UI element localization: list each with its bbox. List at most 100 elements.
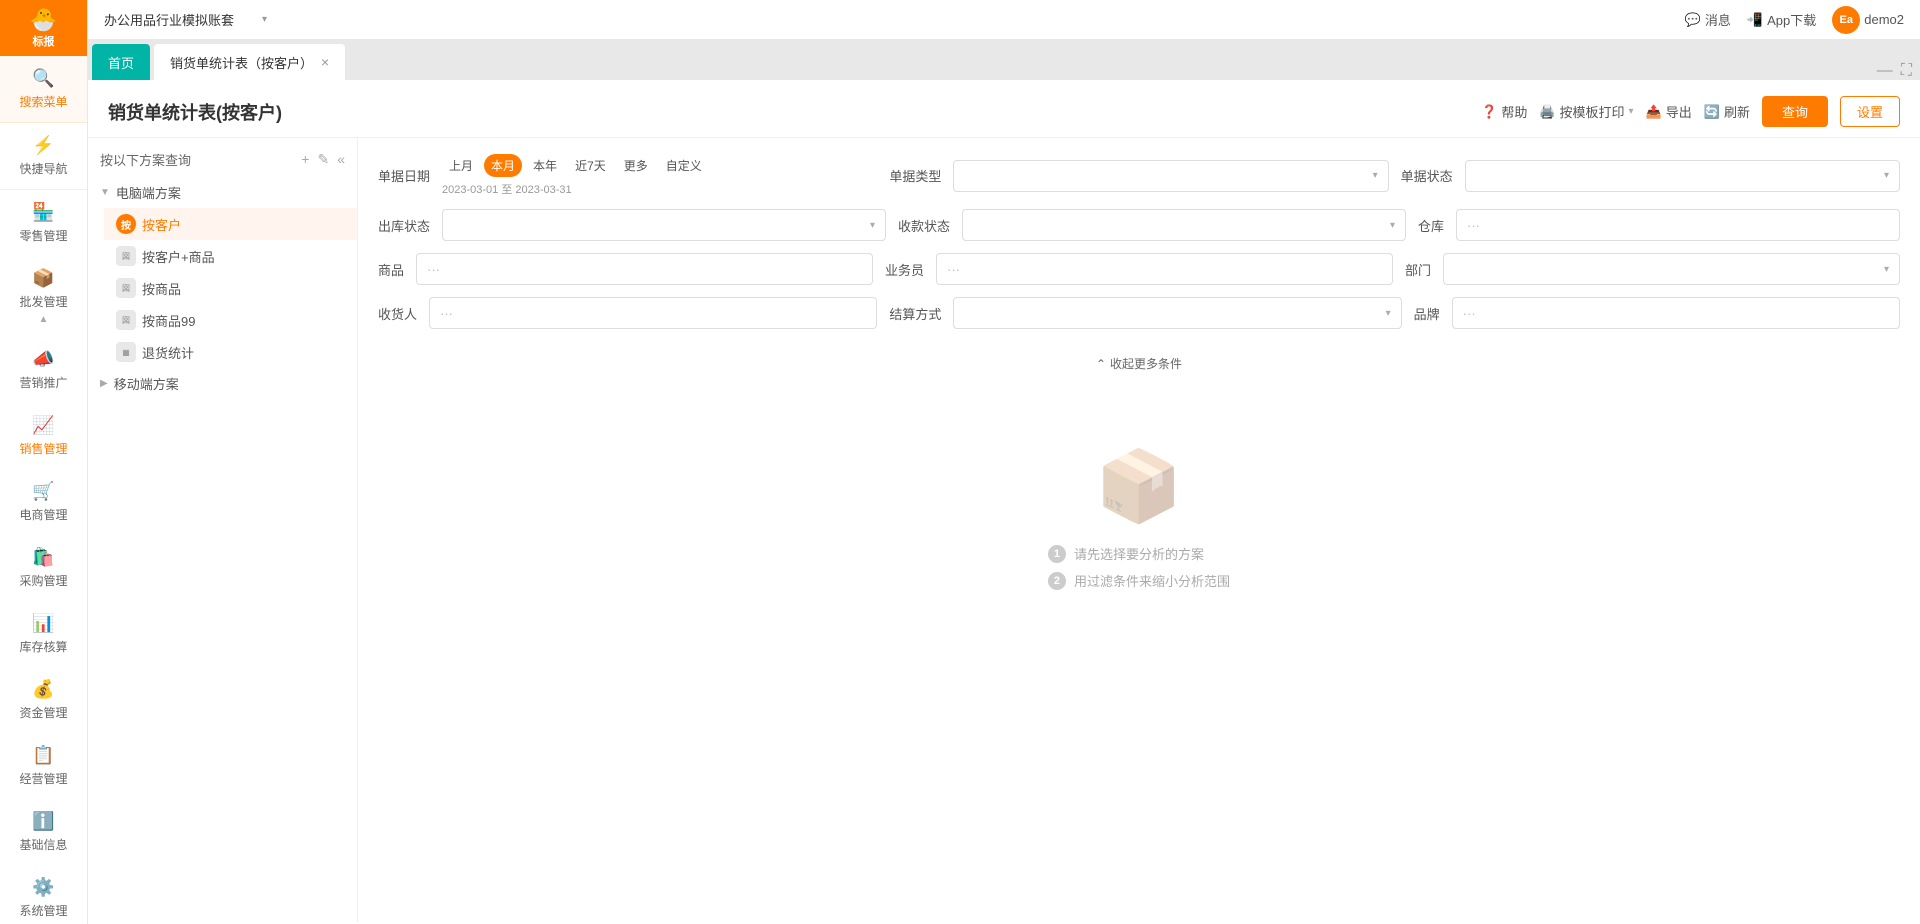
settings-button[interactable]: 设置 [1840,96,1900,127]
refresh-button[interactable]: 🔄 刷新 [1704,102,1750,121]
sidebar-item-label: 快捷导航 [19,160,67,177]
tree-child-by-customer-product[interactable]: 図 按客户+商品 [104,240,357,272]
tree-arrow-right-icon: ▶ [100,378,108,389]
department-field[interactable]: ▾ [1443,253,1900,285]
help-icon: ❓ [1481,104,1497,120]
tree-child-label: 按客户+商品 [142,247,215,266]
date-btn-last-month[interactable]: 上月 [442,154,480,177]
collapse-up-icon: ⌃ [1096,357,1106,371]
sidebar-item-basic-info[interactable]: ℹ️ 基础信息 [0,799,87,865]
product-field[interactable]: ··· [416,253,873,285]
sidebar-item-label: 资金管理 [19,704,67,721]
brand-field[interactable]: ··· [1452,297,1900,329]
export-button[interactable]: 📤 导出 [1646,102,1692,121]
refresh-icon: 🔄 [1704,104,1720,120]
export-icon: 📤 [1646,104,1662,120]
app-logo: 🐣 标报 [0,0,88,56]
sidebar-item-quick-nav[interactable]: ⚡ 快捷导航 [0,123,87,189]
sidebar-item-wholesale-mgmt[interactable]: 📦 批发管理 ▲ [0,256,87,337]
sales-icon: 📈 [32,415,54,436]
app-download-button[interactable]: 📲 App下载 [1747,10,1816,29]
topbar-dropdown-icon[interactable]: ▾ [262,14,267,25]
sidebar-item-purchase-mgmt[interactable]: 🛍️ 采购管理 [0,535,87,601]
collection-status-field[interactable]: ▾ [962,209,1406,241]
expand-icon: ▲ [39,314,49,325]
tree-child-by-product-99[interactable]: 図 按商品99 [104,304,357,336]
edit-scheme-icon[interactable]: ✎ [317,151,329,168]
tree-child-label: 按商品99 [142,311,195,330]
retail-icon: 🏪 [32,202,54,223]
brand-placeholder: ··· [1463,306,1889,321]
template-print-button[interactable]: 🖨️ 按模板打印 ▾ [1539,102,1633,121]
warehouse-placeholder: ··· [1467,218,1889,233]
messages-button[interactable]: 💬 消息 [1685,10,1731,29]
sidebar-item-label: 系统管理 [19,902,67,919]
sidebar-item-operations-mgmt[interactable]: 📋 经营管理 [0,733,87,799]
sidebar-item-label: 电商管理 [19,506,67,523]
sidebar-item-retail-mgmt[interactable]: 🏪 零售管理 [0,190,87,256]
sidebar-item-system-mgmt[interactable]: ⚙️ 系统管理 [0,865,87,924]
date-btn-this-year[interactable]: 本年 [526,154,564,177]
collapse-panel-icon[interactable]: « [337,151,345,168]
main-wrapper: 办公用品行业模拟账套 ▾ 💬 消息 📲 App下载 Ea demo2 首页 [88,0,1920,924]
sidebar-item-label: 基础信息 [19,836,67,853]
tree-desktop-parent[interactable]: ▼ 电脑端方案 [88,177,357,208]
print-icon: 🖨️ [1539,104,1555,120]
sidebar-item-inventory[interactable]: 📊 库存核算 [0,601,87,667]
help-button[interactable]: ❓ 帮助 [1481,102,1527,121]
sidebar-section-retail: 🏪 零售管理 [0,189,87,256]
basic-info-icon: ℹ️ [32,811,54,832]
sidebar-item-marketing[interactable]: 📣 营销推广 [0,337,87,403]
salesperson-field[interactable]: ··· [936,253,1393,285]
product-placeholder: ··· [427,262,862,277]
sidebar-item-label: 库存核算 [19,638,67,655]
empty-tips: 1 请先选择要分析的方案 2 用过滤条件来缩小分析范围 [1048,544,1230,590]
date-btn-custom[interactable]: 自定义 [659,154,709,177]
sidebar-item-ecommerce-mgmt[interactable]: 🛒 电商管理 [0,469,87,535]
tab-close-icon[interactable]: × [321,54,329,70]
shipment-status-label: 出库状态 [378,216,430,235]
query-button[interactable]: 查询 [1762,96,1828,127]
tab-home[interactable]: 首页 [92,44,150,80]
tree-desktop-children: 按 按客户 図 按客户+商品 図 按商品 [88,208,357,368]
sidebar-item-label: 搜索菜单 [19,93,67,110]
tree-child-refund-stats[interactable]: ▦ 退货统计 [104,336,357,368]
doc-status-field[interactable]: ▾ [1465,160,1900,192]
tree-mobile-parent[interactable]: ▶ 移动端方案 [88,368,357,399]
refresh-label: 刷新 [1724,102,1750,121]
tree-child-by-customer[interactable]: 按 按客户 [104,208,357,240]
collection-status-label: 收款状态 [898,216,950,235]
date-btn-this-month[interactable]: 本月 [484,154,522,177]
app-download-icon: 📲 [1747,12,1763,28]
maximize-icon[interactable]: ⛶ [1901,62,1912,80]
collapse-label: 收起更多条件 [1110,355,1182,372]
sidebar-item-search-menu[interactable]: 🔍 搜索菜单 [0,56,87,123]
warehouse-label: 仓库 [1418,216,1444,235]
collapse-button[interactable]: ⌃ 收起更多条件 [1084,351,1194,376]
panel-header: 按以下方案查询 + ✎ « [88,150,357,177]
doc-type-label: 单据类型 [889,166,941,185]
settlement-field[interactable]: ▾ [953,297,1401,329]
add-scheme-icon[interactable]: + [301,151,309,168]
department-label: 部门 [1405,260,1431,279]
warehouse-field[interactable]: ··· [1456,209,1900,241]
sidebar-item-finance-mgmt[interactable]: 💰 资金管理 [0,667,87,733]
recipient-field[interactable]: ··· [429,297,877,329]
shipment-status-field[interactable]: ▾ [442,209,886,241]
empty-state-icon: 📦 [1095,446,1182,528]
quick-nav-icon: ⚡ [32,135,54,156]
sidebar-item-sales-mgmt[interactable]: 📈 销售管理 [0,403,87,469]
export-label: 导出 [1666,102,1692,121]
date-btn-more[interactable]: 更多 [617,154,655,177]
tree-child-by-product[interactable]: 図 按商品 [104,272,357,304]
date-btn-last-7days[interactable]: 近7天 [568,154,613,177]
operations-icon: 📋 [32,745,54,766]
tab-sales-stats[interactable]: 销货单统计表（按客户） × [154,44,345,80]
doc-type-field[interactable]: ▾ [953,160,1388,192]
user-profile[interactable]: Ea demo2 [1832,6,1904,34]
minimize-icon[interactable]: — [1877,62,1893,80]
topbar: 办公用品行业模拟账套 ▾ 💬 消息 📲 App下载 Ea demo2 [88,0,1920,40]
tip-num-1: 1 [1048,545,1066,563]
page-content: 销货单统计表(按客户) ❓ 帮助 🖨️ 按模板打印 ▾ 📤 导出 🔄 刷新 [88,80,1920,924]
tree-desktop-label: 电脑端方案 [116,183,181,202]
